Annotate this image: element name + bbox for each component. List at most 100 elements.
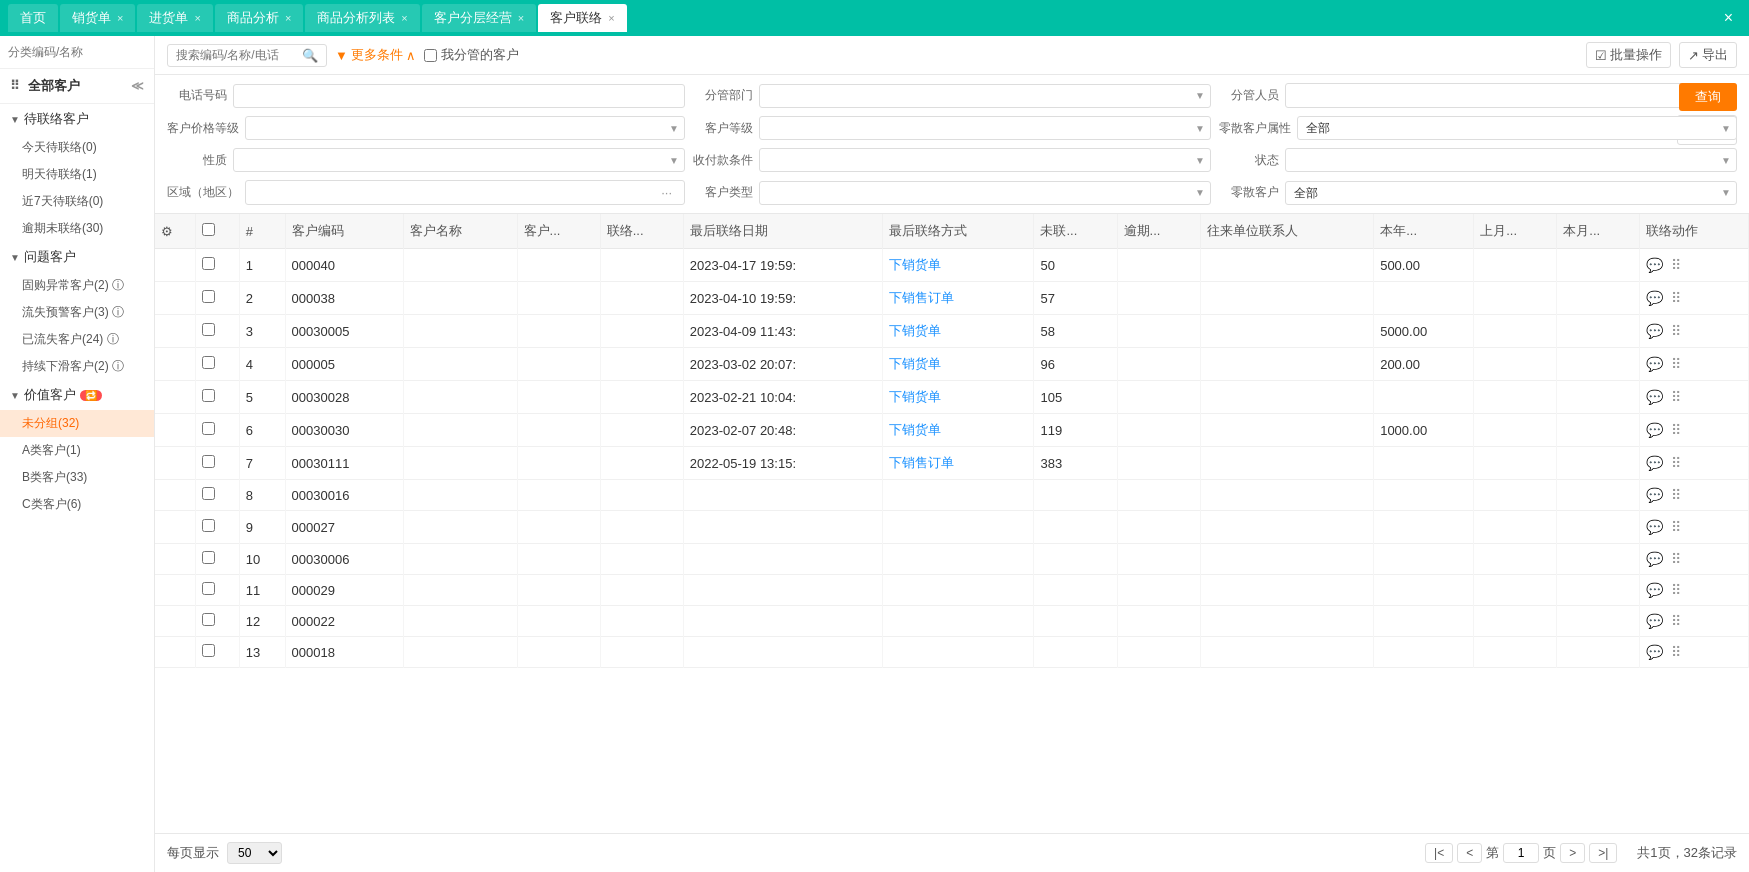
page-next-button[interactable]: >	[1560, 843, 1585, 863]
action-chat-icon-12[interactable]: 💬	[1646, 644, 1663, 660]
action-grid-icon-10[interactable]: ⠿	[1671, 582, 1681, 598]
row-checkbox-9[interactable]	[202, 551, 215, 564]
action-chat-icon-9[interactable]: 💬	[1646, 551, 1663, 567]
sidebar-item-type-a[interactable]: A类客户(1)	[0, 437, 154, 464]
tab-purchase[interactable]: 进货单 ×	[137, 4, 212, 32]
tab-analysis-list-close[interactable]: ×	[401, 12, 407, 24]
action-grid-icon-8[interactable]: ⠿	[1671, 519, 1681, 535]
last-method-link-6[interactable]: 下销售订单	[889, 455, 954, 470]
sidebar-collapse-icon[interactable]: ≪	[131, 79, 144, 93]
row-checkbox-7[interactable]	[202, 487, 215, 500]
sidebar-search-input[interactable]	[8, 45, 155, 59]
page-last-button[interactable]: >|	[1589, 843, 1617, 863]
batch-op-button[interactable]: ☑ 批量操作	[1586, 42, 1671, 68]
action-chat-icon-5[interactable]: 💬	[1646, 422, 1663, 438]
window-close-button[interactable]: ×	[1716, 9, 1741, 27]
my-customers-checkbox[interactable]	[424, 49, 437, 62]
last-method-link-3[interactable]: 下销货单	[889, 356, 941, 371]
nature-select[interactable]	[233, 148, 685, 172]
page-input[interactable]	[1503, 843, 1539, 863]
sidebar-item-churn-warn[interactable]: 流失预警客户(3) ⓘ	[0, 299, 154, 326]
sidebar-item-type-b[interactable]: B类客户(33)	[0, 464, 154, 491]
sidebar-item-tomorrow[interactable]: 明天待联络(1)	[0, 161, 154, 188]
page-first-button[interactable]: |<	[1425, 843, 1453, 863]
action-grid-icon-4[interactable]: ⠿	[1671, 389, 1681, 405]
phone-input[interactable]	[233, 84, 685, 108]
export-button[interactable]: ↗ 导出	[1679, 42, 1737, 68]
tab-customer-contact-close[interactable]: ×	[608, 12, 614, 24]
sidebar-item-lost[interactable]: 已流失客户(24) ⓘ	[0, 326, 154, 353]
tab-analysis-list[interactable]: 商品分析列表 ×	[305, 4, 419, 32]
retail-attr-select[interactable]: 全部	[1297, 116, 1737, 140]
action-chat-icon-0[interactable]: 💬	[1646, 257, 1663, 273]
action-chat-icon-7[interactable]: 💬	[1646, 487, 1663, 503]
sidebar-item-today[interactable]: 今天待联络(0)	[0, 134, 154, 161]
sidebar-item-overdue[interactable]: 逾期未联络(30)	[0, 215, 154, 242]
action-chat-icon-4[interactable]: 💬	[1646, 389, 1663, 405]
action-grid-icon-12[interactable]: ⠿	[1671, 644, 1681, 660]
action-grid-icon-3[interactable]: ⠿	[1671, 356, 1681, 372]
sidebar-section-value-header[interactable]: ▼ 价值客户 🔁	[0, 380, 154, 410]
action-chat-icon-8[interactable]: 💬	[1646, 519, 1663, 535]
action-chat-icon-1[interactable]: 💬	[1646, 290, 1663, 306]
payment-select[interactable]	[759, 148, 1211, 172]
last-method-link-5[interactable]: 下销货单	[889, 422, 941, 437]
row-checkbox-10[interactable]	[202, 582, 215, 595]
tab-analysis[interactable]: 商品分析 ×	[215, 4, 303, 32]
row-checkbox-2[interactable]	[202, 323, 215, 336]
sidebar-section-problem-header[interactable]: ▼ 问题客户	[0, 242, 154, 272]
tab-customer-ops-close[interactable]: ×	[518, 12, 524, 24]
action-grid-icon-2[interactable]: ⠿	[1671, 323, 1681, 339]
tab-sales-close[interactable]: ×	[117, 12, 123, 24]
cust-level-select[interactable]	[759, 116, 1211, 140]
action-chat-icon-6[interactable]: 💬	[1646, 455, 1663, 471]
sidebar-item-abnormal[interactable]: 固购异常客户(2) ⓘ	[0, 272, 154, 299]
action-grid-icon-6[interactable]: ⠿	[1671, 455, 1681, 471]
status-select[interactable]	[1285, 148, 1737, 172]
row-checkbox-0[interactable]	[202, 257, 215, 270]
action-chat-icon-3[interactable]: 💬	[1646, 356, 1663, 372]
action-grid-icon-1[interactable]: ⠿	[1671, 290, 1681, 306]
tab-home[interactable]: 首页	[8, 4, 58, 32]
page-prev-button[interactable]: <	[1457, 843, 1482, 863]
tab-customer-ops[interactable]: 客户分层经营 ×	[422, 4, 536, 32]
action-chat-icon-10[interactable]: 💬	[1646, 582, 1663, 598]
region-dots-icon[interactable]: ···	[657, 185, 676, 200]
row-checkbox-1[interactable]	[202, 290, 215, 303]
row-checkbox-6[interactable]	[202, 455, 215, 468]
retail-cust-select[interactable]: 全部	[1285, 181, 1737, 205]
last-method-link-1[interactable]: 下销售订单	[889, 290, 954, 305]
sidebar-all-customers[interactable]: ⠿ 全部客户 ≪	[0, 69, 154, 104]
sidebar-section-pending-header[interactable]: ▼ 待联络客户	[0, 104, 154, 134]
cust-type-select[interactable]	[759, 181, 1211, 205]
action-chat-icon-2[interactable]: 💬	[1646, 323, 1663, 339]
filter-search-input[interactable]	[176, 48, 298, 62]
action-grid-icon-11[interactable]: ⠿	[1671, 613, 1681, 629]
filter-more-btn[interactable]: ▼ 更多条件 ∧	[335, 46, 416, 64]
row-checkbox-11[interactable]	[202, 613, 215, 626]
last-method-link-4[interactable]: 下销货单	[889, 389, 941, 404]
row-checkbox-8[interactable]	[202, 519, 215, 532]
last-method-link-0[interactable]: 下销货单	[889, 257, 941, 272]
dept-select[interactable]	[759, 84, 1211, 108]
sidebar-item-ungroup[interactable]: 未分组(32)	[0, 410, 154, 437]
tab-customer-contact[interactable]: 客户联络 ×	[538, 4, 626, 32]
action-grid-icon-7[interactable]: ⠿	[1671, 487, 1681, 503]
action-grid-icon-9[interactable]: ⠿	[1671, 551, 1681, 567]
sidebar-item-7days[interactable]: 近7天待联络(0)	[0, 188, 154, 215]
col-settings[interactable]: ⚙	[155, 214, 196, 249]
select-all-checkbox[interactable]	[202, 223, 215, 236]
sidebar-item-type-c[interactable]: C类客户(6)	[0, 491, 154, 518]
my-customers-filter[interactable]: 我分管的客户	[424, 46, 519, 64]
query-button[interactable]: 查询	[1679, 83, 1737, 111]
tab-sales[interactable]: 销货单 ×	[60, 4, 135, 32]
last-method-link-2[interactable]: 下销货单	[889, 323, 941, 338]
per-page-select[interactable]: 50 100 200	[227, 842, 282, 864]
row-checkbox-12[interactable]	[202, 644, 215, 657]
tab-analysis-close[interactable]: ×	[285, 12, 291, 24]
row-checkbox-3[interactable]	[202, 356, 215, 369]
price-level-select[interactable]	[245, 116, 685, 140]
action-grid-icon-5[interactable]: ⠿	[1671, 422, 1681, 438]
action-chat-icon-11[interactable]: 💬	[1646, 613, 1663, 629]
action-grid-icon-0[interactable]: ⠿	[1671, 257, 1681, 273]
